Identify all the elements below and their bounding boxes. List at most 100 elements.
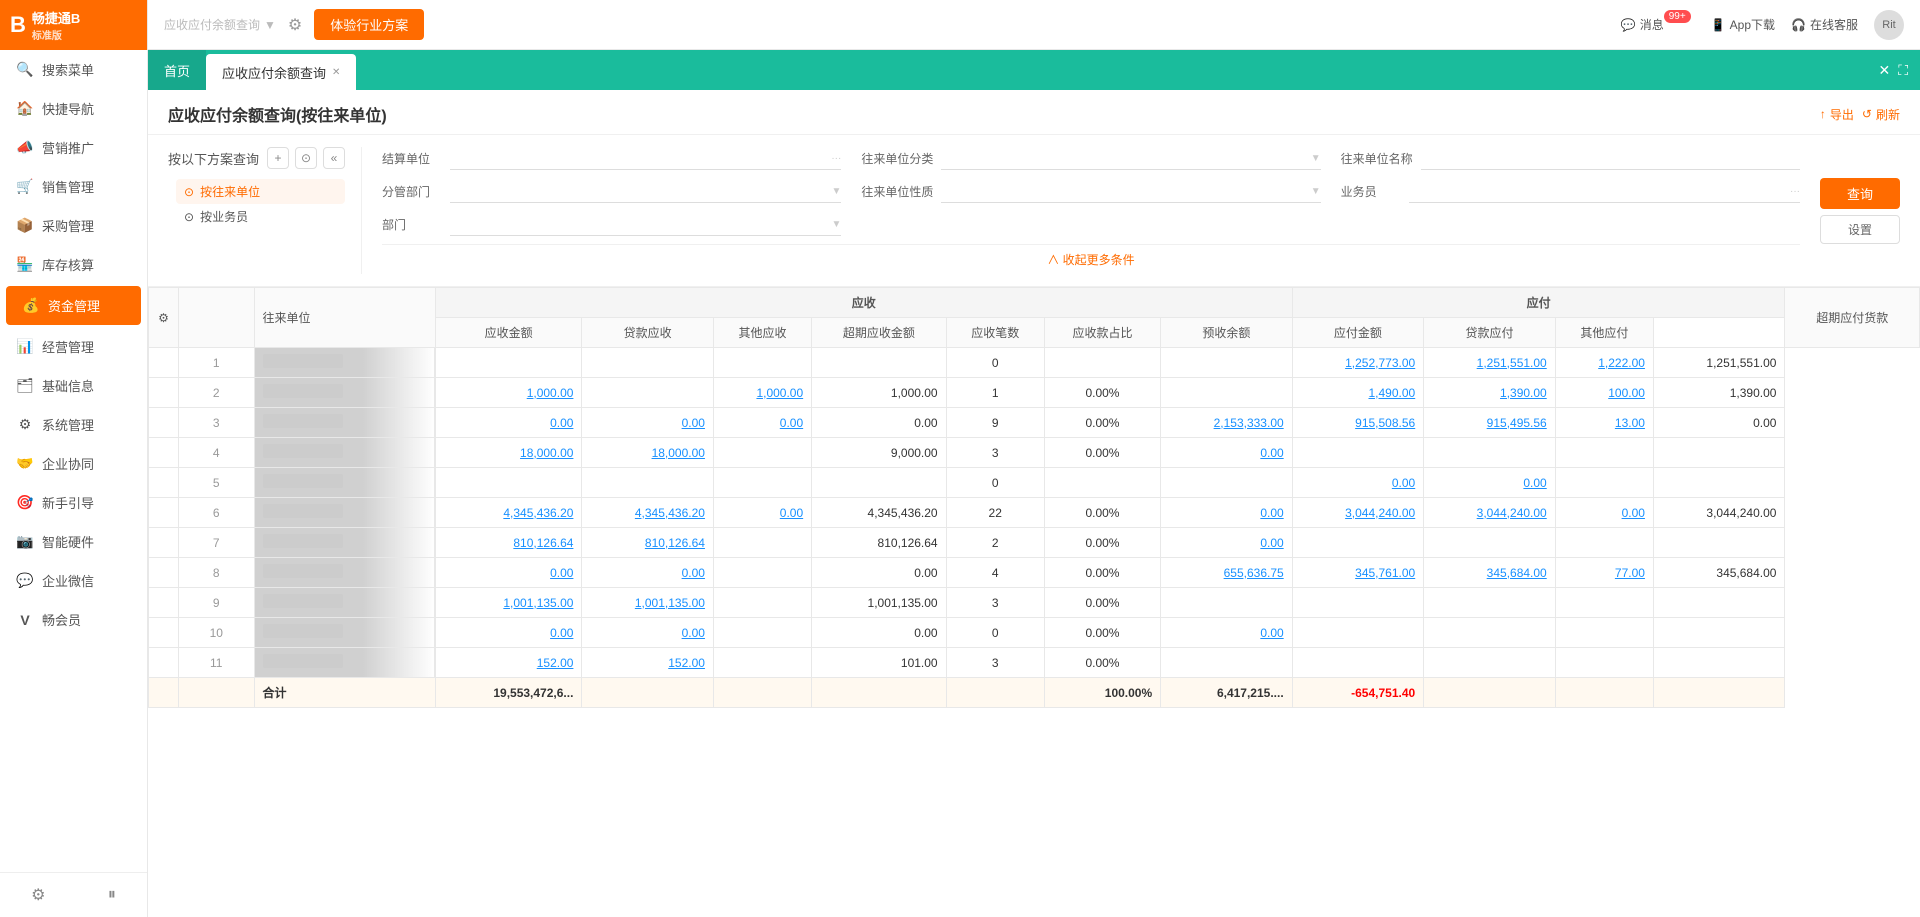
table-cell[interactable]: 18,000.00: [435, 438, 582, 468]
table-cell: 0: [946, 468, 1044, 498]
partner-category-field[interactable]: ▼: [941, 147, 1320, 170]
tab-close-all-icon[interactable]: ✕: [1878, 62, 1890, 79]
table-cell[interactable]: 0.00: [1161, 528, 1293, 558]
industry-btn[interactable]: 体验行业方案: [314, 9, 424, 40]
table-cell[interactable]: 0.00: [435, 408, 582, 438]
table-cell[interactable]: 1,001,135.00: [582, 588, 714, 618]
table-cell[interactable]: 1,000.00: [713, 378, 811, 408]
table-cell[interactable]: 0.00: [582, 558, 714, 588]
table-cell[interactable]: 3,044,240.00: [1424, 498, 1556, 528]
table-cell: [1292, 588, 1424, 618]
table-cell[interactable]: 18,000.00: [582, 438, 714, 468]
table-cell[interactable]: 0.00: [1161, 498, 1293, 528]
sidebar-item-purchase[interactable]: 📦 采购管理: [0, 206, 147, 245]
table-cell[interactable]: 0.00: [582, 408, 714, 438]
table-cell[interactable]: 0.00: [713, 498, 811, 528]
table-cell[interactable]: 152.00: [435, 648, 582, 678]
table-cell[interactable]: 0.00: [1292, 468, 1424, 498]
table-cell[interactable]: 0.00: [713, 408, 811, 438]
dept-arrow-icon: ▼: [831, 219, 841, 230]
tab-home[interactable]: 首页: [148, 50, 206, 90]
query-button[interactable]: 查询: [1820, 178, 1900, 209]
table-cell[interactable]: 810,126.64: [582, 528, 714, 558]
table-cell[interactable]: 1,000.00: [435, 378, 582, 408]
table-cell[interactable]: 4,345,436.20: [582, 498, 714, 528]
tab-ar-ap[interactable]: 应收应付余额查询 ✕: [206, 54, 356, 90]
header-gear-icon[interactable]: ⚙: [288, 15, 302, 35]
settlement-unit-field[interactable]: ···: [450, 147, 841, 170]
query-subitem-salesman[interactable]: ⊙ 按业务员: [176, 204, 345, 229]
sidebar-item-inventory[interactable]: 🏪 库存核算: [0, 245, 147, 284]
sidebar-collapse-icon[interactable]: ⏸: [100, 882, 124, 908]
dept-field[interactable]: ▼: [450, 213, 841, 236]
table-cell[interactable]: 0.00: [1161, 438, 1293, 468]
table-cell[interactable]: 915,495.56: [1424, 408, 1556, 438]
table-cell[interactable]: 152.00: [582, 648, 714, 678]
export-button[interactable]: ↑ 导出: [1820, 106, 1854, 123]
header-service[interactable]: 🎧 在线客服: [1791, 16, 1858, 33]
collapse-bar[interactable]: ∧ 收起更多条件: [382, 244, 1800, 274]
sidebar-item-wechat[interactable]: 💬 企业微信: [0, 561, 147, 600]
setting-button[interactable]: 设置: [1820, 215, 1900, 244]
sidebar-item-search-menu[interactable]: 🔍 搜索菜单: [0, 50, 147, 89]
table-cell[interactable]: 655,636.75: [1161, 558, 1293, 588]
sidebar-item-capital[interactable]: 💰 资金管理: [6, 286, 141, 325]
table-cell[interactable]: 345,761.00: [1292, 558, 1424, 588]
edit-scheme-btn[interactable]: ⊙: [295, 147, 317, 169]
add-scheme-btn[interactable]: +: [267, 147, 289, 169]
table-cell[interactable]: 1,001,135.00: [435, 588, 582, 618]
dept-input[interactable]: [450, 213, 831, 235]
table-cell[interactable]: 4,345,436.20: [435, 498, 582, 528]
sidebar-item-quick-nav[interactable]: 🏠 快捷导航: [0, 89, 147, 128]
table-cell[interactable]: 1,390.00: [1424, 378, 1556, 408]
partner-nature-input[interactable]: [941, 180, 1310, 202]
table-cell[interactable]: 1,222.00: [1555, 348, 1653, 378]
table-cell[interactable]: 0.00: [435, 558, 582, 588]
sidebar-item-management[interactable]: 📊 经营管理: [0, 327, 147, 366]
table-cell[interactable]: 0.00: [1161, 618, 1293, 648]
sidebar-item-cooperation[interactable]: 🤝 企业协同: [0, 444, 147, 483]
header-message[interactable]: 💬 消息 99+: [1621, 16, 1695, 33]
refresh-button[interactable]: ↺ 刷新: [1862, 106, 1900, 123]
sidebar-settings-icon[interactable]: ⚙: [23, 881, 53, 909]
table-cell[interactable]: 2,153,333.00: [1161, 408, 1293, 438]
department-field[interactable]: ▼: [450, 180, 841, 203]
table-cell[interactable]: 77.00: [1555, 558, 1653, 588]
sidebar-item-hardware[interactable]: 📷 智能硬件: [0, 522, 147, 561]
table-cell[interactable]: 1,490.00: [1292, 378, 1424, 408]
table-cell[interactable]: 810,126.64: [435, 528, 582, 558]
sidebar-item-marketing[interactable]: 📣 营销推广: [0, 128, 147, 167]
department-input[interactable]: [450, 180, 831, 202]
table-cell[interactable]: 0.00: [435, 618, 582, 648]
partner-category-input[interactable]: [941, 147, 1310, 169]
table-cell[interactable]: 0.00: [1424, 468, 1556, 498]
sidebar-item-member[interactable]: V 畅会员: [0, 600, 147, 639]
query-subitem-partner[interactable]: ⊙ 按往来单位: [176, 179, 345, 204]
table-cell[interactable]: 3,044,240.00: [1292, 498, 1424, 528]
header-app[interactable]: 📱 App下载: [1711, 16, 1775, 33]
table-cell[interactable]: 0.00: [582, 618, 714, 648]
avatar[interactable]: Rit: [1874, 10, 1904, 40]
sidebar-item-system[interactable]: ⚙ 系统管理: [0, 405, 147, 444]
partner-name-input[interactable]: [1421, 147, 1800, 170]
table-cell[interactable]: 1,251,551.00: [1424, 348, 1556, 378]
table-cell[interactable]: 13.00: [1555, 408, 1653, 438]
settlement-unit-input[interactable]: [450, 147, 831, 169]
salesman-input[interactable]: [1409, 180, 1790, 202]
partner-nature-field[interactable]: ▼: [941, 180, 1320, 203]
tab-close-icon[interactable]: ✕: [332, 67, 340, 78]
collapse-scheme-btn[interactable]: «: [323, 147, 345, 169]
footer-other-receivable: [713, 678, 811, 708]
salesman-field[interactable]: ···: [1409, 180, 1800, 203]
table-cell[interactable]: 345,684.00: [1424, 558, 1556, 588]
tab-maximize-icon[interactable]: ⛶: [1898, 62, 1908, 79]
sidebar-item-basic-info[interactable]: 🗂 基础信息: [0, 366, 147, 405]
table-settings-icon[interactable]: ⚙: [158, 311, 169, 325]
table-cell[interactable]: 100.00: [1555, 378, 1653, 408]
table-cell[interactable]: 1,252,773.00: [1292, 348, 1424, 378]
table-cell: [713, 618, 811, 648]
sidebar-item-sales[interactable]: 🛒 销售管理: [0, 167, 147, 206]
sidebar-item-guide[interactable]: 🎯 新手引导: [0, 483, 147, 522]
table-cell[interactable]: 915,508.56: [1292, 408, 1424, 438]
table-cell[interactable]: 0.00: [1555, 498, 1653, 528]
